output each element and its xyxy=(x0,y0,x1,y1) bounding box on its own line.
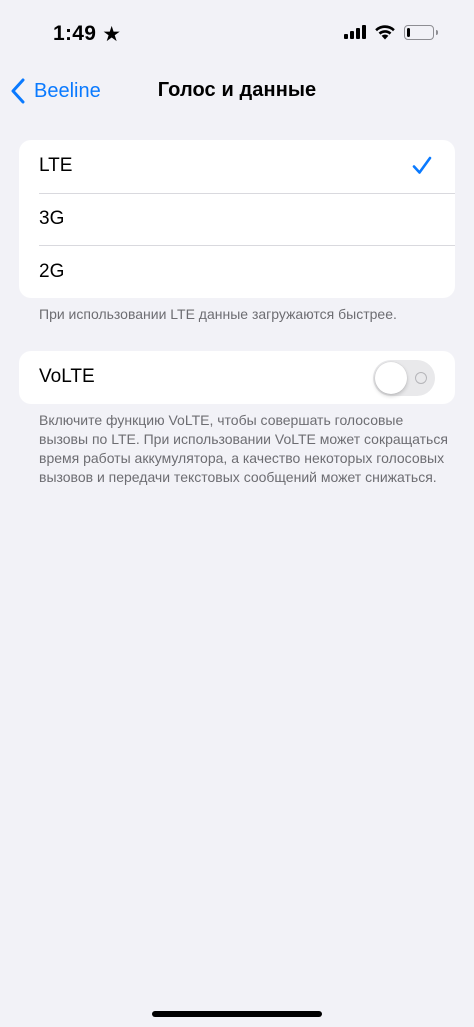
home-indicator[interactable] xyxy=(152,1011,322,1017)
volte-label: VoLTE xyxy=(39,366,95,388)
cellular-signal-icon xyxy=(344,25,366,39)
checkmark-icon xyxy=(412,156,432,174)
network-option-3g[interactable]: 3G xyxy=(19,192,455,246)
battery-fill xyxy=(407,27,410,37)
toggle-knob xyxy=(375,362,407,394)
volte-footer-text: Включите функцию VoLTE, чтобы совершать … xyxy=(39,412,448,485)
status-time: 1:49 ★ xyxy=(53,22,121,46)
toggle-off-indicator-icon xyxy=(415,372,427,384)
volte-row: VoLTE xyxy=(19,351,455,404)
star-icon: ★ xyxy=(102,22,122,46)
network-option-lte[interactable]: LTE xyxy=(19,140,455,193)
network-footer-text: При использовании LTE данные загружаются… xyxy=(39,306,397,322)
network-option-label: 2G xyxy=(39,260,65,282)
volte-group: VoLTE xyxy=(19,351,455,404)
navigation-bar: Beeline Голос и данные xyxy=(0,66,474,118)
wifi-icon xyxy=(375,25,395,40)
page-title: Голос и данные xyxy=(157,79,317,101)
network-option-2g[interactable]: 2G xyxy=(19,245,455,298)
status-indicators xyxy=(344,24,438,40)
network-options-group: LTE 3G 2G xyxy=(19,140,455,299)
time-label: 1:49 xyxy=(53,22,97,45)
battery-icon xyxy=(404,24,438,40)
network-option-label: 3G xyxy=(39,208,65,230)
volte-toggle[interactable] xyxy=(373,360,435,396)
network-option-label: LTE xyxy=(39,155,73,177)
status-bar: 1:49 ★ xyxy=(0,0,474,62)
